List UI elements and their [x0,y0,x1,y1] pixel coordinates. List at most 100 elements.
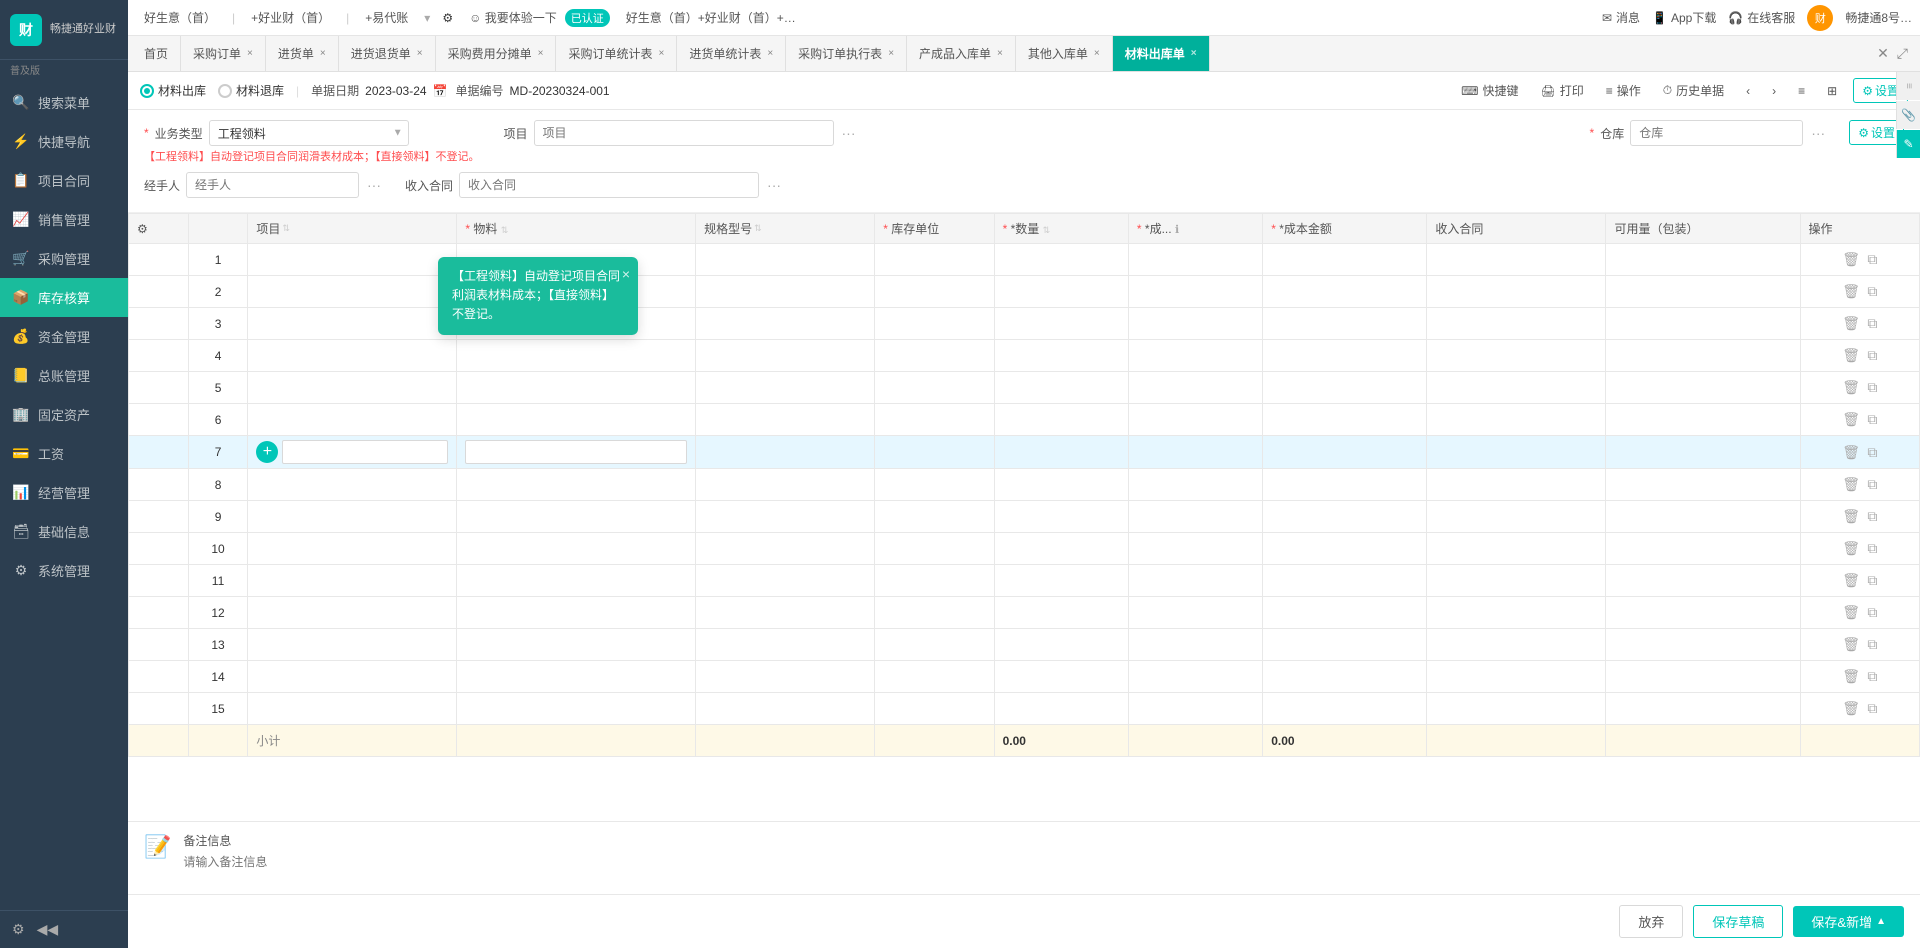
sidebar-item-system[interactable]: ⚙ 系统管理 [0,551,128,590]
row-copy-icon[interactable]: ⧉ [1865,411,1879,427]
table-row[interactable]: 7 + 🗑 ⧉ [129,436,1920,469]
table-row[interactable]: 5 🗑 ⧉ [129,372,1920,404]
row-material[interactable] [457,436,696,469]
row-income-contract[interactable] [1427,661,1606,693]
table-row[interactable]: 6 🗑 ⧉ [129,404,1920,436]
topbar-certified-badge[interactable]: 已认证 [565,9,610,27]
row-qty[interactable] [994,372,1128,404]
cost-info-icon[interactable]: ℹ [1175,224,1179,236]
table-row[interactable]: 4 🗑 ⧉ [129,340,1920,372]
row-delete-icon[interactable]: 🗑 [1840,347,1862,363]
sidebar-item-inventory[interactable]: 📦 库存核算 [0,278,128,317]
project-dots-icon[interactable]: ··· [842,125,856,141]
sidebar-settings-icon[interactable]: ⚙ [12,921,25,938]
row-unit[interactable] [875,436,994,469]
row-delete-icon[interactable]: 🗑 [1840,251,1862,267]
row-unit[interactable] [875,629,994,661]
print-btn[interactable]: 🖨 打印 [1534,80,1589,101]
row-copy-icon[interactable]: ⧉ [1865,700,1879,716]
row-copy-icon[interactable]: ⧉ [1865,508,1879,524]
row-project[interactable] [248,244,457,276]
row-cost[interactable] [1128,340,1262,372]
row-material[interactable] [457,629,696,661]
warehouse-dots-icon[interactable]: ··· [1811,125,1825,141]
row-delete-icon[interactable]: 🗑 [1840,636,1862,652]
row-qty[interactable] [994,244,1128,276]
row-cost-amt[interactable] [1263,533,1427,565]
row-available[interactable] [1606,436,1800,469]
row-income-contract[interactable] [1427,244,1606,276]
sidebar-item-shortcut[interactable]: ⚡ 快捷导航 [0,122,128,161]
row-spec[interactable] [696,372,875,404]
row-available[interactable] [1606,276,1800,308]
row-cost-amt[interactable] [1263,597,1427,629]
sort-spec-icon[interactable]: ⇅ [754,223,762,234]
table-row[interactable]: 2 🗑 ⧉ [129,276,1920,308]
toolbar-date-value[interactable]: 2023-03-24 [365,84,426,98]
topbar-avatar[interactable]: 财 [1807,5,1833,31]
topbar-dropdown-icon[interactable]: ▾ [424,11,430,25]
row-spec[interactable] [696,501,875,533]
row-income-contract[interactable] [1427,404,1606,436]
tab-other-in[interactable]: 其他入库单 × [1016,36,1113,72]
view-card-btn[interactable]: ⊞ [1821,82,1843,100]
row-unit[interactable] [875,308,994,340]
row-project[interactable] [248,340,457,372]
topbar-username[interactable]: 畅捷通8号… [1845,9,1912,26]
row-available[interactable] [1606,244,1800,276]
row-delete-icon[interactable]: 🗑 [1840,476,1862,492]
tab-purchase-fee-close[interactable]: × [538,48,544,59]
tab-product-in-close[interactable]: × [997,48,1003,59]
row-cost-amt[interactable] [1263,308,1427,340]
sidebar-item-assets[interactable]: 🏢 固定资产 [0,395,128,434]
topbar-certified-items[interactable]: 好生意（首）+好业财（首）+… [618,5,804,30]
row-spec[interactable] [696,469,875,501]
row-delete-icon[interactable]: 🗑 [1840,668,1862,684]
tab-material-out[interactable]: 材料出库单 × [1113,36,1210,72]
row-unit[interactable] [875,533,994,565]
row-available[interactable] [1606,533,1800,565]
view-list-btn[interactable]: ≡ [1792,82,1811,100]
th-settings[interactable]: ⚙ [129,214,189,244]
row-available[interactable] [1606,372,1800,404]
table-row[interactable]: 13 🗑 ⧉ [129,629,1920,661]
row-project[interactable] [248,533,457,565]
row-cost[interactable] [1128,661,1262,693]
tab-purchase-in-stat[interactable]: 进货单统计表 × [677,36,786,72]
discard-button[interactable]: 放弃 [1619,905,1683,938]
row-cost-amt[interactable] [1263,501,1427,533]
sidebar-item-business[interactable]: 📊 经营管理 [0,473,128,512]
row-project[interactable] [248,276,457,308]
row-available[interactable] [1606,629,1800,661]
tab-purchase-return-close[interactable]: × [417,48,423,59]
row-material[interactable] [457,533,696,565]
row-cost[interactable] [1128,276,1262,308]
row-cost[interactable] [1128,565,1262,597]
row-available[interactable] [1606,501,1800,533]
row-unit[interactable] [875,661,994,693]
tab-purchase-in[interactable]: 进货单 × [266,36,339,72]
row-qty[interactable] [994,436,1128,469]
calendar-icon[interactable]: 📅 [433,84,448,98]
row-cost[interactable] [1128,308,1262,340]
row-project[interactable] [248,597,457,629]
row-project[interactable] [248,501,457,533]
row-income-contract[interactable] [1427,372,1606,404]
prev-btn[interactable]: ‹ [1740,82,1756,100]
row-spec[interactable] [696,340,875,372]
row-qty[interactable] [994,340,1128,372]
row-spec[interactable] [696,404,875,436]
row-cost-amt[interactable] [1263,661,1427,693]
row-qty[interactable] [994,565,1128,597]
row-spec[interactable] [696,597,875,629]
row-cost-amt[interactable] [1263,565,1427,597]
row-qty[interactable] [994,597,1128,629]
table-row[interactable]: 10 🗑 ⧉ [129,533,1920,565]
row-project[interactable] [248,661,457,693]
row-cost[interactable] [1128,693,1262,725]
topbar-experience[interactable]: ☺ 我要体验一下 [469,9,557,26]
row-income-contract[interactable] [1427,533,1606,565]
row-available[interactable] [1606,693,1800,725]
sidebar-collapse-icon[interactable]: ◀◀ [37,921,59,938]
expand-icon[interactable]: ⤢ [1897,45,1908,62]
